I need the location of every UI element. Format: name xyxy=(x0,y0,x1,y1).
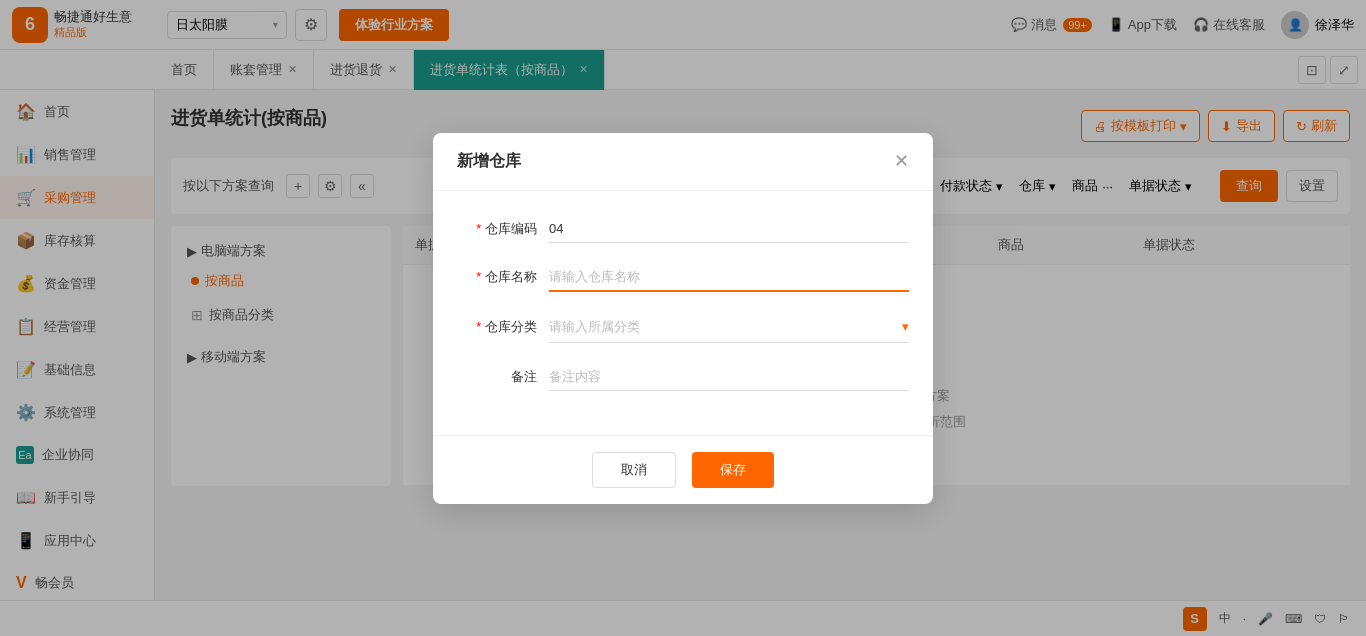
modal-title: 新增仓库 xyxy=(457,151,521,172)
warehouse-remark-label: 备注 xyxy=(457,368,537,386)
modal-header: 新增仓库 ✕ xyxy=(433,133,933,191)
save-button[interactable]: 保存 xyxy=(692,452,774,488)
warehouse-category-label: 仓库分类 xyxy=(457,318,537,336)
warehouse-name-input[interactable] xyxy=(549,263,909,292)
cancel-button[interactable]: 取消 xyxy=(592,452,676,488)
warehouse-name-label: 仓库名称 xyxy=(457,268,537,286)
warehouse-category-select[interactable]: 请输入所属分类 ▾ xyxy=(549,312,909,343)
modal-footer: 取消 保存 xyxy=(433,435,933,504)
warehouse-name-row: 仓库名称 xyxy=(457,263,909,292)
modal-overlay: 新增仓库 ✕ 仓库编码 仓库名称 仓库分类 请输入所属分类 ▾ xyxy=(0,0,1366,636)
modal-close-button[interactable]: ✕ xyxy=(894,152,909,170)
modal-body: 仓库编码 仓库名称 仓库分类 请输入所属分类 ▾ 备注 xyxy=(433,191,933,435)
warehouse-remark-input[interactable] xyxy=(549,363,909,391)
category-chevron-icon: ▾ xyxy=(902,319,909,334)
warehouse-code-input[interactable] xyxy=(549,215,909,243)
new-warehouse-modal: 新增仓库 ✕ 仓库编码 仓库名称 仓库分类 请输入所属分类 ▾ xyxy=(433,133,933,504)
category-placeholder: 请输入所属分类 xyxy=(549,318,640,336)
warehouse-category-row: 仓库分类 请输入所属分类 ▾ xyxy=(457,312,909,343)
warehouse-code-row: 仓库编码 xyxy=(457,215,909,243)
warehouse-code-label: 仓库编码 xyxy=(457,220,537,238)
warehouse-remark-row: 备注 xyxy=(457,363,909,391)
